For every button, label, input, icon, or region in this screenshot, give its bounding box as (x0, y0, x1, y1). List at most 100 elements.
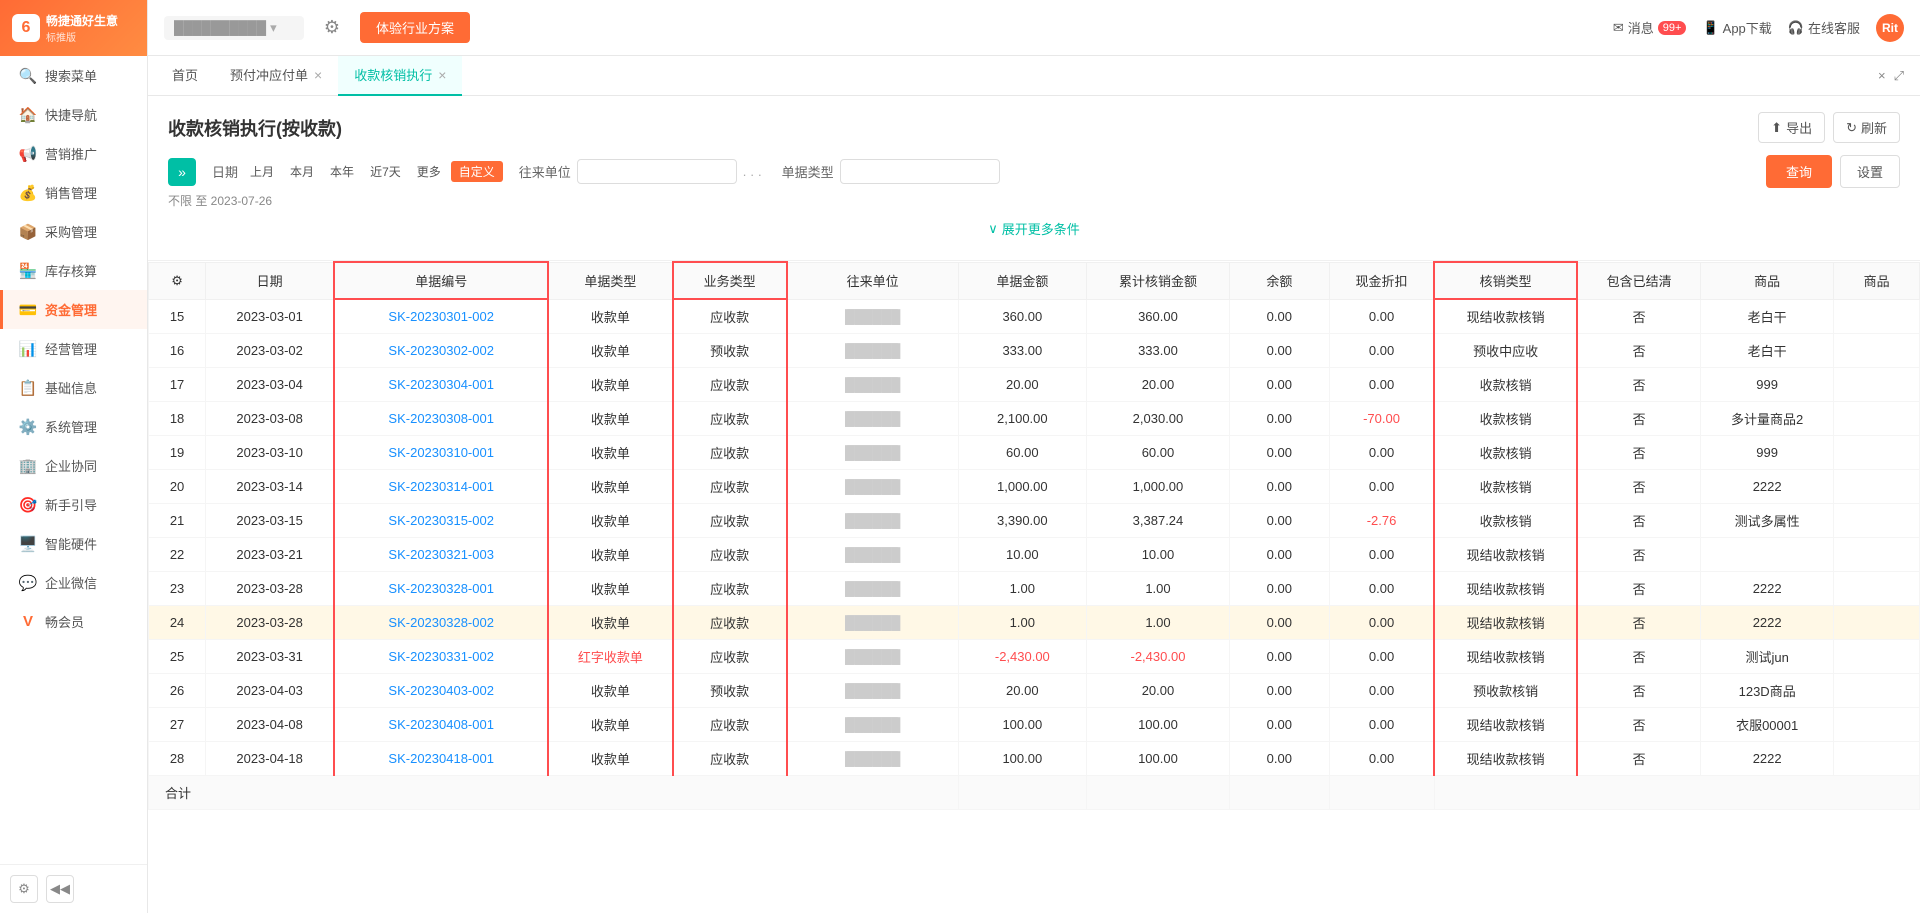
cell-goods1: 2222 (1701, 606, 1834, 640)
sidebar-item-finance[interactable]: 💳 资金管理 (0, 290, 147, 329)
voucher-type-select[interactable] (840, 159, 1000, 184)
cell-doc-no[interactable]: SK-20230321-003 (334, 538, 548, 572)
cell-doc-no[interactable]: SK-20230314-001 (334, 470, 548, 504)
tab-collection-close[interactable]: × (438, 67, 446, 83)
cell-no: 18 (149, 402, 206, 436)
wechat-icon: 💬 (19, 574, 37, 592)
tab-collection[interactable]: 收款核销执行 × (338, 56, 462, 96)
cell-writeoff: 3,387.24 (1087, 504, 1230, 538)
sidebar-item-system[interactable]: ⚙️ 系统管理 (0, 407, 147, 446)
cell-balance: 0.00 (1229, 402, 1329, 436)
cell-doc-no[interactable]: SK-20230301-002 (334, 299, 548, 334)
cell-no: 15 (149, 299, 206, 334)
collapse-button[interactable]: ◀◀ (46, 875, 74, 903)
table-row: 202023-03-14SK-20230314-001收款单应收款██████1… (149, 470, 1920, 504)
basic-icon: 📋 (19, 379, 37, 397)
sidebar-item-search[interactable]: 🔍 搜索菜单 (0, 56, 147, 95)
cell-biz-type: 应收款 (673, 504, 787, 538)
col-doc-no: 单据编号 (334, 262, 548, 299)
cell-doc-type: 收款单 (548, 334, 672, 368)
cell-writeoff: 60.00 (1087, 436, 1230, 470)
cell-doc-no[interactable]: SK-20230408-001 (334, 708, 548, 742)
cell-writeoff-type: 现结收款核销 (1434, 299, 1577, 334)
cell-doc-no[interactable]: SK-20230310-001 (334, 436, 548, 470)
sidebar-item-stock[interactable]: 🏪 库存核算 (0, 251, 147, 290)
tab-close-all-icon[interactable]: × (1878, 68, 1886, 83)
cell-included: 否 (1577, 504, 1701, 538)
sidebar-item-enterprise[interactable]: 🏢 企业协同 (0, 446, 147, 485)
settings-button[interactable]: ⚙ (10, 875, 38, 903)
sidebar-item-label: 新手引导 (45, 495, 97, 514)
sidebar-item-basic[interactable]: 📋 基础信息 (0, 368, 147, 407)
cell-doc-no[interactable]: SK-20230328-001 (334, 572, 548, 606)
cell-goods2 (1834, 504, 1920, 538)
col-date: 日期 (206, 262, 335, 299)
cell-doc-no[interactable]: SK-20230403-002 (334, 674, 548, 708)
cell-discount: -70.00 (1329, 402, 1434, 436)
cell-doc-no[interactable]: SK-20230328-002 (334, 606, 548, 640)
cell-date: 2023-03-04 (206, 368, 335, 402)
logo-text: 畅捷通好生意 标推版 (46, 12, 118, 44)
app-download-action[interactable]: 📱 App下载 (1702, 18, 1771, 37)
tab-prepay[interactable]: 预付冲应付单 × (214, 56, 338, 96)
cell-doc-no[interactable]: SK-20230315-002 (334, 504, 548, 538)
expand-more-button[interactable]: ∨ 展开更多条件 (168, 213, 1900, 244)
sidebar-item-operations[interactable]: 📊 经营管理 (0, 329, 147, 368)
cell-counterparty: ██████ (787, 708, 958, 742)
tab-prepay-close[interactable]: × (314, 67, 322, 83)
content-area: 收款核销执行(按收款) ⬆ 导出 ↻ 刷新 » 日 (148, 96, 1920, 913)
sidebar-item-purchase[interactable]: 📦 采购管理 (0, 212, 147, 251)
col-settings[interactable]: ⚙ (149, 262, 206, 299)
cell-amount: 1.00 (958, 572, 1087, 606)
query-button[interactable]: 查询 (1766, 155, 1832, 188)
table-row: 162023-03-02SK-20230302-002收款单预收款██████3… (149, 334, 1920, 368)
cell-counterparty: ██████ (787, 674, 958, 708)
company-dropdown[interactable]: ██████████ ▾ (164, 16, 304, 40)
cell-included: 否 (1577, 640, 1701, 674)
date-shortcut-more[interactable]: 更多 (411, 161, 447, 182)
settings-icon[interactable]: ⚙ (316, 12, 348, 44)
cell-biz-type: 应收款 (673, 708, 787, 742)
sidebar-item-label: 企业协同 (45, 456, 97, 475)
tab-home[interactable]: 首页 (156, 56, 214, 96)
cell-biz-type: 应收款 (673, 742, 787, 776)
tab-expand-icon[interactable]: ⤢ (1894, 68, 1904, 84)
solution-button[interactable]: 体验行业方案 (360, 12, 470, 43)
date-shortcut-this-year[interactable]: 本年 (324, 161, 360, 182)
voucher-type-label: 单据类型 (782, 162, 834, 181)
counterparty-input[interactable] (577, 159, 737, 184)
refresh-button[interactable]: ↻ 刷新 (1833, 112, 1900, 143)
cell-doc-no[interactable]: SK-20230302-002 (334, 334, 548, 368)
date-filter-group: 日期 上月 本月 本年 近7天 更多 自定义 (212, 161, 503, 182)
sales-icon: 💰 (19, 184, 37, 202)
sidebar-item-wechat[interactable]: 💬 企业微信 (0, 563, 147, 602)
service-action[interactable]: 🎧 在线客服 (1788, 18, 1860, 37)
dropdown-chevron-icon: ▾ (270, 20, 277, 36)
sidebar-item-guide[interactable]: 🎯 新手引导 (0, 485, 147, 524)
sidebar-item-quicknav[interactable]: 🏠 快捷导航 (0, 95, 147, 134)
tab-prepay-label: 预付冲应付单 (230, 65, 308, 84)
counterparty-label: 往来单位 (519, 162, 571, 181)
sidebar-item-sales[interactable]: 💰 销售管理 (0, 173, 147, 212)
cell-doc-no[interactable]: SK-20230308-001 (334, 402, 548, 436)
cell-doc-no[interactable]: SK-20230418-001 (334, 742, 548, 776)
cell-writeoff: 360.00 (1087, 299, 1230, 334)
cell-writeoff: 1.00 (1087, 572, 1230, 606)
messages-action[interactable]: ✉ 消息 99+ (1613, 18, 1687, 37)
cell-doc-no[interactable]: SK-20230331-002 (334, 640, 548, 674)
avatar[interactable]: Rit (1876, 14, 1904, 42)
sidebar-item-marketing[interactable]: 📢 营销推广 (0, 134, 147, 173)
tabbar-actions: × ⤢ (1878, 68, 1912, 84)
date-custom-button[interactable]: 自定义 (451, 161, 503, 182)
filter-expand-button[interactable]: » (168, 158, 196, 186)
cell-doc-no[interactable]: SK-20230304-001 (334, 368, 548, 402)
sidebar-item-hardware[interactable]: 🖥️ 智能硬件 (0, 524, 147, 563)
date-shortcut-last-month[interactable]: 上月 (244, 161, 280, 182)
date-shortcut-7days[interactable]: 近7天 (364, 161, 407, 182)
date-shortcut-this-month[interactable]: 本月 (284, 161, 320, 182)
export-button[interactable]: ⬆ 导出 (1758, 112, 1825, 143)
filter-settings-button[interactable]: 设置 (1840, 155, 1900, 188)
sidebar-item-member[interactable]: V 畅会员 (0, 602, 147, 641)
table-header-row: ⚙ 日期 单据编号 单据类型 业务类型 往来单位 单据金额 累计核销金额 余额 … (149, 262, 1920, 299)
headset-icon: 🎧 (1788, 20, 1804, 36)
